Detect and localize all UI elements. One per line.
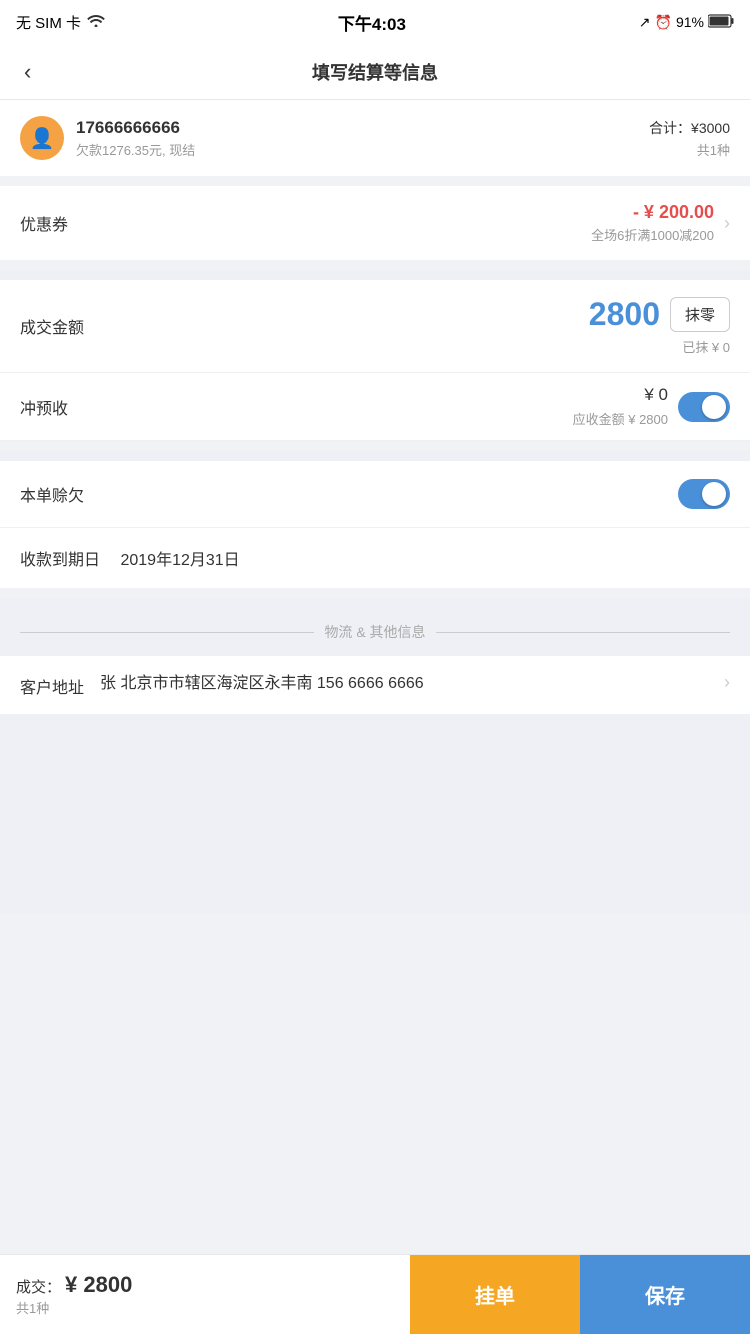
round-zero-button[interactable]: 抹零	[670, 297, 730, 332]
bottom-count: 共1种	[16, 1298, 394, 1317]
hold-button[interactable]: 挂单	[410, 1255, 580, 1334]
status-bar: 无 SIM 卡 下午4:03 ↗ ⏰ 91%	[0, 0, 750, 44]
deal-amount-value: 2800	[589, 296, 660, 333]
content-area: 👤 17666666666 欠款1276.35元, 现结 合计：¥3000 共1…	[0, 100, 750, 1014]
chong-top: 冲预收 ¥ 0 应收金额 ¥ 2800	[20, 385, 730, 428]
sheqian-toggle[interactable]	[678, 479, 730, 509]
avatar-icon: 👤	[30, 126, 55, 151]
section-divider-3	[0, 598, 750, 608]
deal-amount-sub: 已抹 ¥ 0	[682, 337, 730, 356]
chong-amount: ¥ 0	[644, 385, 668, 405]
alarm-icon: ⏰	[655, 14, 672, 31]
coupon-label: 优惠券	[20, 211, 68, 235]
bottom-bar: 成交： ¥ 2800 共1种 挂单 保存	[0, 1254, 750, 1334]
chong-right-block: ¥ 0 应收金额 ¥ 2800	[573, 385, 668, 428]
deal-amount-section: 成交金额 2800 抹零 已抹 ¥ 0 冲预收 ¥ 0 应收金额 ¥ 2800	[0, 280, 750, 441]
avatar: 👤	[20, 116, 64, 160]
address-value: 张 北京市市辖区海淀区永丰南 156 6666 6666	[90, 672, 720, 696]
deal-amount-label: 成交金额	[20, 314, 84, 338]
coupon-right: - ¥ 200.00 全场6折满1000减200 ›	[591, 202, 730, 244]
customer-left: 👤 17666666666 欠款1276.35元, 现结	[20, 116, 195, 160]
coupon-row[interactable]: 优惠券 - ¥ 200.00 全场6折满1000减200 ›	[0, 186, 750, 260]
status-time: 下午4:03	[338, 10, 406, 35]
chong-row: 冲预收 ¥ 0 应收金额 ¥ 2800	[0, 373, 750, 441]
chong-toggle[interactable]	[678, 392, 730, 422]
wifi-icon	[87, 13, 105, 31]
battery-icon	[708, 14, 734, 31]
divider-line-left	[20, 632, 314, 633]
deal-amount-row: 成交金额 2800 抹零 已抹 ¥ 0	[0, 280, 750, 373]
battery-percent: 91%	[676, 14, 704, 30]
customer-debt: 欠款1276.35元, 现结	[76, 140, 195, 159]
deal-amount-value-row: 2800 抹零	[589, 296, 730, 333]
bottom-summary: 成交： ¥ 2800 共1种	[0, 1272, 410, 1317]
sheqian-row: 本单赊欠	[0, 461, 750, 527]
location-icon: ↗	[639, 14, 651, 31]
status-left: 无 SIM 卡	[16, 12, 105, 33]
status-right: ↗ ⏰ 91%	[639, 14, 734, 31]
no-sim-text: 无 SIM 卡	[16, 12, 81, 33]
coupon-right-block: - ¥ 200.00 全场6折满1000减200	[591, 202, 714, 244]
address-row[interactable]: 客户地址 张 北京市市辖区海淀区永丰南 156 6666 6666 ›	[0, 656, 750, 714]
chevron-right-icon: ›	[724, 213, 730, 234]
bottom-amount: ¥ 2800	[65, 1272, 132, 1298]
logistics-divider: 物流 & 其他信息	[0, 608, 750, 656]
customer-phone: 17666666666	[76, 118, 195, 138]
page-title: 填写结算等信息	[312, 59, 438, 85]
sheqian-label: 本单赊欠	[20, 482, 84, 506]
customer-info: 17666666666 欠款1276.35元, 现结	[76, 118, 195, 159]
customer-right: 合计：¥3000 共1种	[649, 118, 730, 159]
chong-label: 冲预收	[20, 395, 68, 419]
total-count: 共1种	[649, 140, 730, 159]
total-amount: 合计：¥3000	[649, 118, 730, 138]
customer-card: 👤 17666666666 欠款1276.35元, 现结 合计：¥3000 共1…	[0, 100, 750, 176]
sheqian-section: 本单赊欠 收款到期日 2019年12月31日	[0, 461, 750, 588]
deal-amount-right: 2800 抹零 已抹 ¥ 0	[589, 296, 730, 356]
duedate-label: 收款到期日	[20, 552, 100, 569]
logistics-label: 物流 & 其他信息	[324, 622, 425, 642]
chong-sub: 应收金额 ¥ 2800	[573, 409, 668, 428]
divider-line-right	[436, 632, 730, 633]
section-divider-2	[0, 451, 750, 461]
empty-space	[0, 714, 750, 914]
address-chevron-icon: ›	[724, 672, 730, 693]
coupon-amount: - ¥ 200.00	[591, 202, 714, 223]
bottom-deal-row: 成交： ¥ 2800	[16, 1272, 394, 1298]
nav-bar: ‹ 填写结算等信息	[0, 44, 750, 100]
chong-right: ¥ 0 应收金额 ¥ 2800	[573, 385, 730, 428]
bottom-deal-label: 成交：	[16, 1276, 61, 1297]
coupon-description: 全场6折满1000减200	[591, 225, 714, 244]
duedate-value: 2019年12月31日	[120, 552, 239, 569]
section-divider-1	[0, 270, 750, 280]
address-label: 客户地址	[20, 674, 90, 698]
save-button[interactable]: 保存	[580, 1255, 750, 1334]
back-button[interactable]: ‹	[16, 51, 39, 93]
duedate-row: 收款到期日 2019年12月31日	[0, 527, 750, 588]
